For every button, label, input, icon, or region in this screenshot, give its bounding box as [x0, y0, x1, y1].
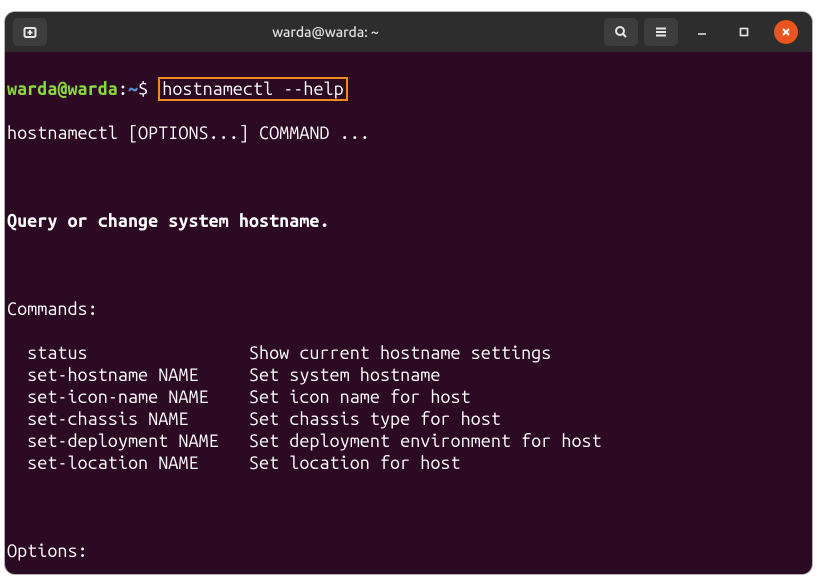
prompt-path: ~: [128, 79, 138, 99]
new-tab-icon: [23, 25, 37, 39]
terminal-window: warda@warda: ~ wa: [5, 12, 812, 574]
search-icon: [614, 25, 628, 39]
search-button[interactable]: [604, 18, 638, 46]
prompt-userhost: warda@warda: [7, 79, 118, 99]
command-row: set-hostname NAME Set system hostname: [7, 364, 810, 386]
hamburger-icon: [654, 25, 668, 39]
heading-line: Query or change system hostname.: [7, 210, 810, 232]
menu-button[interactable]: [644, 18, 678, 46]
minimize-icon: [696, 26, 708, 38]
maximize-icon: [738, 26, 750, 38]
prompt-line: warda@warda:~$ hostnamectl --help: [7, 78, 810, 100]
command-row: set-icon-name NAME Set icon name for hos…: [7, 386, 810, 408]
command-row: set-location NAME Set location for host: [7, 452, 810, 474]
command-row: set-deployment NAME Set deployment envir…: [7, 430, 810, 452]
new-tab-button[interactable]: [13, 18, 47, 46]
command-row: status Show current hostname settings: [7, 342, 810, 364]
close-icon: [780, 26, 792, 38]
window-title: warda@warda: ~: [53, 24, 598, 40]
minimize-button[interactable]: [690, 20, 714, 44]
prompt-dollar: $: [138, 79, 158, 99]
commands-label: Commands:: [7, 298, 810, 320]
command-highlight: hostnamectl --help: [158, 77, 347, 101]
prompt-colon: :: [118, 79, 128, 99]
command-row: set-chassis NAME Set chassis type for ho…: [7, 408, 810, 430]
close-button[interactable]: [774, 20, 798, 44]
usage-line: hostnamectl [OPTIONS...] COMMAND ...: [7, 122, 810, 144]
terminal-body[interactable]: warda@warda:~$ hostnamectl --help hostna…: [5, 52, 812, 574]
titlebar: warda@warda: ~: [5, 12, 812, 52]
options-label: Options:: [7, 540, 810, 562]
maximize-button[interactable]: [732, 20, 756, 44]
